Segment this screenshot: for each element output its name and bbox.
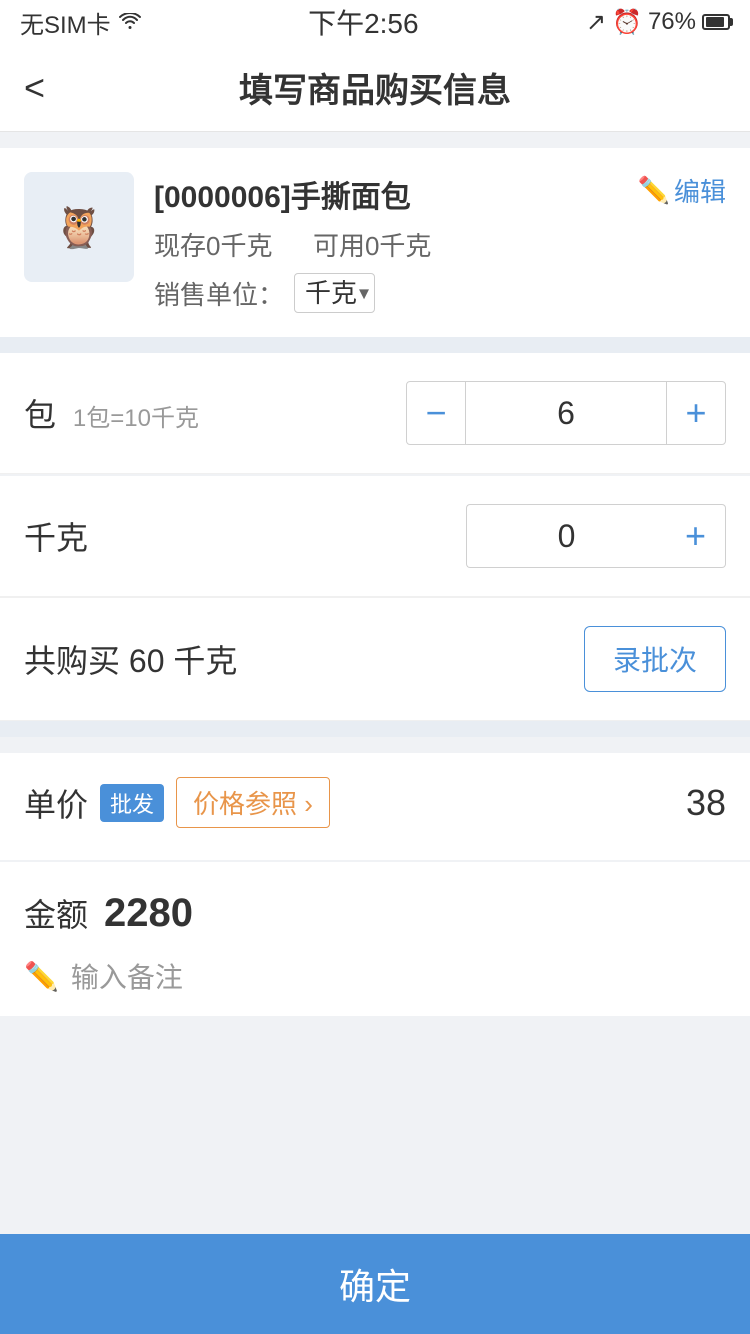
price-label: 单价	[24, 780, 88, 826]
battery-text: 76%	[648, 8, 696, 36]
nav-bar: < 填写商品购买信息	[0, 44, 750, 132]
section-divider-2	[0, 721, 750, 737]
price-label-group: 单价 批发 价格参照 ›	[24, 777, 330, 828]
total-text: 共购买 60 千克	[24, 636, 237, 682]
spacer	[280, 231, 306, 261]
confirm-text: 确定	[339, 1258, 411, 1310]
batch-tag: 批发	[100, 784, 164, 822]
battery-icon	[702, 14, 730, 30]
status-bar: 无SIM卡 下午2:56 ↗ ⏰ 76%	[0, 0, 750, 44]
kilogram-increment-button[interactable]: +	[666, 504, 726, 568]
remark-pencil-icon: ✏️	[24, 960, 59, 993]
status-left: 无SIM卡	[20, 5, 141, 40]
kilogram-row: 千克 +	[0, 476, 750, 597]
edit-icon: ✏️	[638, 175, 670, 206]
kilogram-label: 千克	[24, 513, 466, 559]
amount-row: 金额 2280	[24, 890, 726, 936]
carrier-text: 无SIM卡	[20, 5, 111, 40]
kilogram-quantity-input[interactable]	[466, 504, 666, 568]
product-thumb-icon: 🦉	[54, 204, 104, 251]
remark-row[interactable]: ✏️ 输入备注	[24, 956, 726, 996]
package-input-section: 包 1包=10千克 − +	[0, 353, 750, 474]
package-quantity-input[interactable]	[466, 381, 666, 445]
page-title: 填写商品购买信息	[239, 63, 511, 112]
remark-label: 输入备注	[71, 956, 183, 996]
package-sublabel: 1包=10千克	[73, 405, 199, 432]
package-label: 包 1包=10千克	[24, 390, 406, 436]
kilogram-input-section: 千克 +	[0, 476, 750, 597]
price-section: 单价 批发 价格参照 › 38	[0, 753, 750, 860]
status-time: 下午2:56	[308, 2, 419, 42]
amount-value: 2280	[104, 891, 193, 936]
wifi-icon	[119, 8, 141, 36]
amount-label: 金额	[24, 890, 88, 936]
product-unit-row: 销售单位： 千克	[154, 273, 726, 313]
package-decrement-button[interactable]: −	[406, 381, 466, 445]
unit-label: 销售单位：	[154, 275, 284, 312]
package-row: 包 1包=10千克 − +	[0, 353, 750, 474]
package-increment-button[interactable]: +	[666, 381, 726, 445]
product-stock: 现存0千克 可用0千克	[154, 226, 726, 263]
price-value: 38	[686, 782, 726, 824]
status-right: ↗ ⏰ 76%	[586, 8, 730, 37]
batch-button[interactable]: 录批次	[584, 626, 726, 692]
section-divider-1	[0, 337, 750, 353]
unit-select-wrapper[interactable]: 千克	[294, 273, 375, 313]
total-row: 共购买 60 千克 录批次	[0, 597, 750, 721]
bottom-space	[0, 1016, 750, 1216]
edit-button[interactable]: ✏️ 编辑	[638, 172, 726, 209]
available-text: 可用0千克	[313, 231, 431, 261]
alarm-icon: ⏰	[612, 8, 642, 37]
edit-label: 编辑	[674, 172, 726, 209]
unit-select[interactable]: 千克	[294, 273, 375, 313]
confirm-bar[interactable]: 确定	[0, 1234, 750, 1334]
amount-section: 金额 2280 ✏️ 输入备注	[0, 862, 750, 1016]
price-ref-button[interactable]: 价格参照 ›	[176, 777, 330, 828]
product-card: 🦉 [0000006]手撕面包 现存0千克 可用0千克 销售单位： 千克 ✏️ …	[0, 148, 750, 337]
stock-text: 现存0千克	[154, 231, 272, 261]
product-thumbnail: 🦉	[24, 172, 134, 282]
price-row: 单价 批发 价格参照 › 38	[24, 777, 726, 828]
location-icon: ↗	[586, 8, 606, 37]
package-quantity-control: − +	[406, 381, 726, 445]
kilogram-quantity-control: +	[466, 504, 726, 568]
back-button[interactable]: <	[24, 67, 45, 109]
